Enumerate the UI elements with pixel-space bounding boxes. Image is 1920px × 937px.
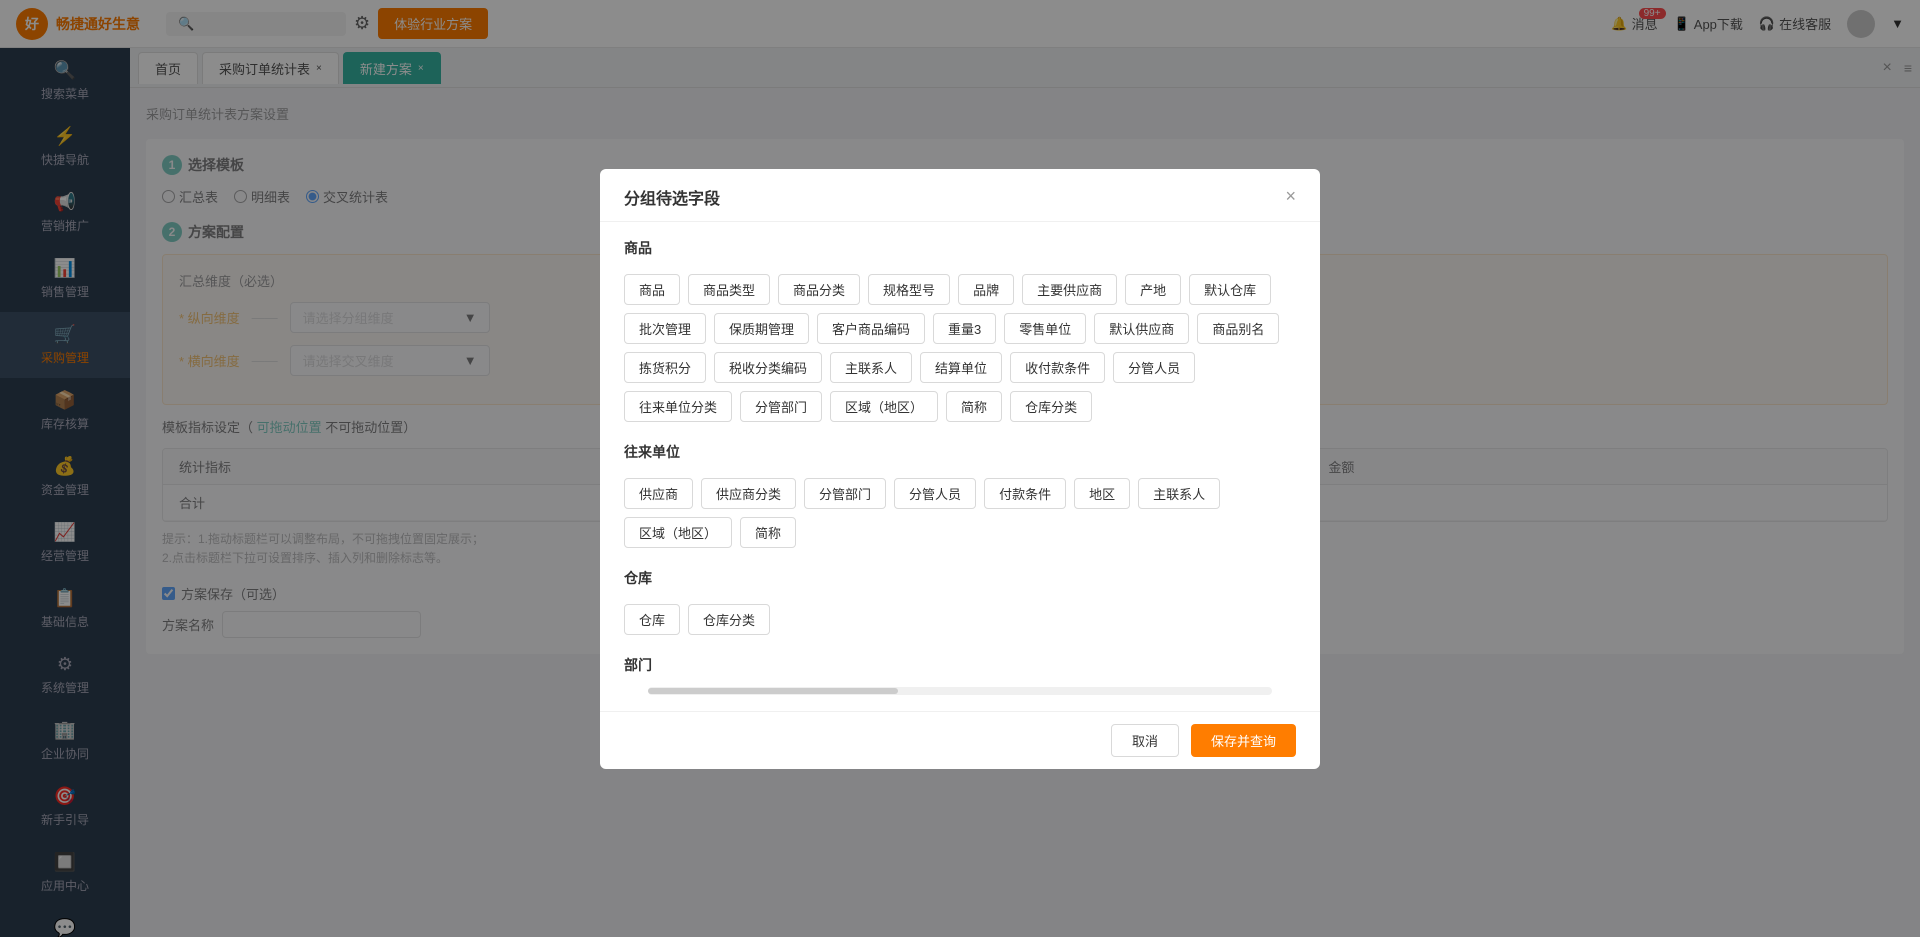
field-tag[interactable]: 区域（地区）: [624, 517, 732, 548]
dialog-hscroll-thumb[interactable]: [648, 688, 898, 694]
field-group-counterparty: 往来单位 供应商 供应商分类 分管部门 分管人员 付款条件 地区 主联系人 区域…: [624, 442, 1296, 548]
field-tag[interactable]: 默认仓库: [1189, 274, 1271, 305]
field-tags-warehouse: 仓库 仓库分类: [624, 604, 1296, 635]
field-group-warehouse: 仓库 仓库 仓库分类: [624, 568, 1296, 635]
dialog-header: 分组待选字段 ×: [600, 169, 1320, 222]
field-tag[interactable]: 商品别名: [1197, 313, 1279, 344]
field-tag[interactable]: 保质期管理: [714, 313, 809, 344]
field-tag[interactable]: 主要供应商: [1022, 274, 1117, 305]
field-group-counterparty-title: 往来单位: [624, 442, 1296, 466]
field-tag[interactable]: 规格型号: [868, 274, 950, 305]
field-group-department: 部门 部门: [624, 655, 1296, 683]
field-tag[interactable]: 仓库分类: [1010, 391, 1092, 422]
field-group-goods: 商品 商品 商品类型 商品分类 规格型号 品牌 主要供应商 产地 默认仓库 批次…: [624, 238, 1296, 422]
field-group-warehouse-title: 仓库: [624, 568, 1296, 592]
field-tag[interactable]: 付款条件: [984, 478, 1066, 509]
field-tag[interactable]: 默认供应商: [1094, 313, 1189, 344]
field-tag[interactable]: 分管部门: [740, 391, 822, 422]
field-tags-counterparty: 供应商 供应商分类 分管部门 分管人员 付款条件 地区 主联系人 区域（地区） …: [624, 478, 1296, 548]
field-tag[interactable]: 商品类型: [688, 274, 770, 305]
field-tag[interactable]: 主联系人: [830, 352, 912, 383]
field-tag[interactable]: 商品: [624, 274, 680, 305]
field-tags-goods: 商品 商品类型 商品分类 规格型号 品牌 主要供应商 产地 默认仓库 批次管理 …: [624, 274, 1296, 422]
field-tag[interactable]: 结算单位: [920, 352, 1002, 383]
field-tag[interactable]: 区域（地区）: [830, 391, 938, 422]
field-tag[interactable]: 重量3: [933, 313, 996, 344]
field-tag[interactable]: 主联系人: [1138, 478, 1220, 509]
field-tag[interactable]: 分管人员: [894, 478, 976, 509]
field-tag[interactable]: 收付款条件: [1010, 352, 1105, 383]
field-tag[interactable]: 批次管理: [624, 313, 706, 344]
dialog: 分组待选字段 × 商品 商品 商品类型 商品分类 规格型号 品牌 主要供应商 产…: [600, 169, 1320, 769]
field-tag[interactable]: 往来单位分类: [624, 391, 732, 422]
field-tag[interactable]: 地区: [1074, 478, 1130, 509]
dialog-close-button[interactable]: ×: [1285, 186, 1296, 207]
field-group-goods-title: 商品: [624, 238, 1296, 262]
field-tag[interactable]: 产地: [1125, 274, 1181, 305]
field-tag[interactable]: 零售单位: [1004, 313, 1086, 344]
field-tag[interactable]: 品牌: [958, 274, 1014, 305]
field-tag[interactable]: 仓库: [624, 604, 680, 635]
dialog-body[interactable]: 商品 商品 商品类型 商品分类 规格型号 品牌 主要供应商 产地 默认仓库 批次…: [600, 222, 1320, 683]
dialog-footer: 取消 保存并查询: [600, 711, 1320, 769]
field-tag[interactable]: 简称: [740, 517, 796, 548]
dialog-hscroll[interactable]: [648, 687, 1272, 695]
field-tag[interactable]: 仓库分类: [688, 604, 770, 635]
overlay: 分组待选字段 × 商品 商品 商品类型 商品分类 规格型号 品牌 主要供应商 产…: [0, 0, 1920, 937]
field-tag[interactable]: 拣货积分: [624, 352, 706, 383]
field-tag[interactable]: 简称: [946, 391, 1002, 422]
field-tag[interactable]: 分管部门: [804, 478, 886, 509]
field-group-department-title: 部门: [624, 655, 1296, 679]
field-tag[interactable]: 分管人员: [1113, 352, 1195, 383]
field-tag[interactable]: 税收分类编码: [714, 352, 822, 383]
field-tag[interactable]: 供应商分类: [701, 478, 796, 509]
cancel-button[interactable]: 取消: [1111, 724, 1179, 757]
field-tag[interactable]: 客户商品编码: [817, 313, 925, 344]
field-tag[interactable]: 供应商: [624, 478, 693, 509]
dialog-title: 分组待选字段: [624, 185, 720, 209]
confirm-button[interactable]: 保存并查询: [1191, 724, 1296, 757]
dialog-hscroll-container[interactable]: [600, 683, 1320, 711]
field-tag[interactable]: 商品分类: [778, 274, 860, 305]
